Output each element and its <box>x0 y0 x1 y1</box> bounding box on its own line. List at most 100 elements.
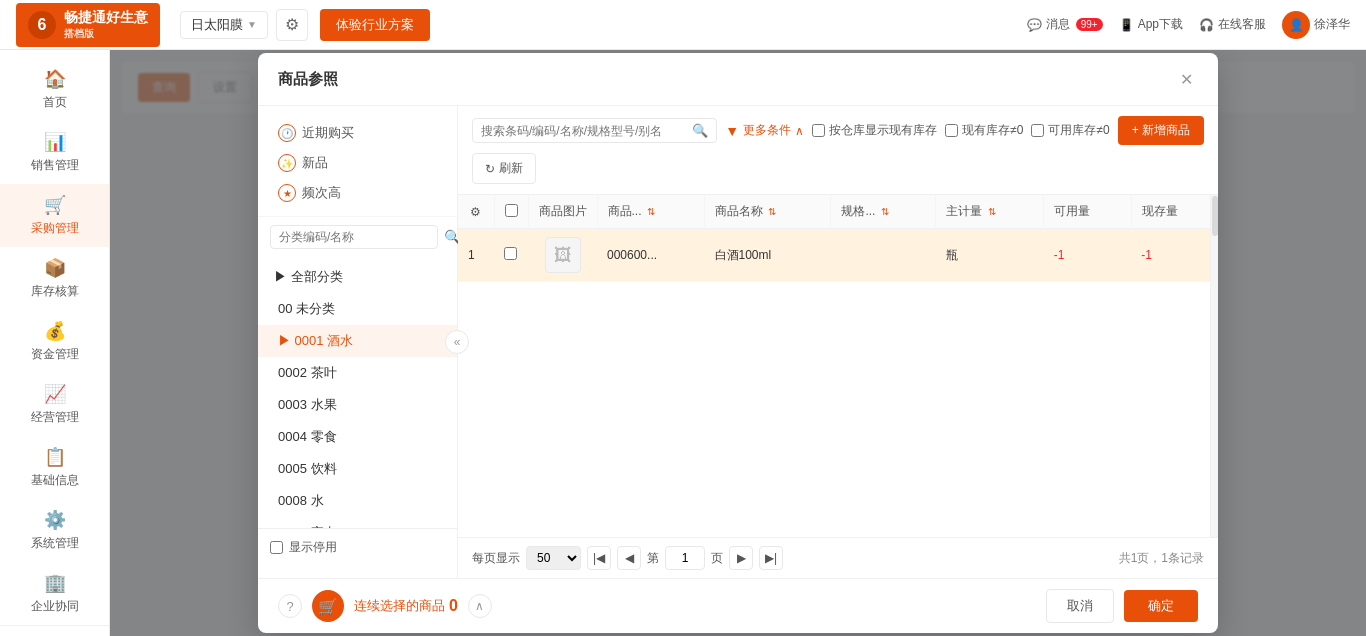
cat-snack[interactable]: 0004 零食 <box>258 421 457 453</box>
inventory-icon: 📦 <box>44 257 66 279</box>
refresh-button[interactable]: ↻ 刷新 <box>472 153 536 184</box>
filter-current-stock[interactable]: 现有库存≠0 <box>945 122 1023 139</box>
sidebar-item-inventory[interactable]: 📦 库存核算 <box>0 247 109 310</box>
basic-info-icon: 📋 <box>44 446 66 468</box>
cat-snack-label: 0004 零食 <box>278 428 337 446</box>
cancel-button[interactable]: 取消 <box>1046 589 1114 623</box>
home-icon: 🏠 <box>44 68 66 90</box>
td-stock: -1 <box>1131 229 1218 282</box>
sidebar-item-home[interactable]: 🏠 首页 <box>0 58 109 121</box>
selected-label: 连续选择的商品 <box>354 597 445 615</box>
shortcut-new-label: 新品 <box>302 154 328 172</box>
scrollbar[interactable] <box>1210 195 1218 537</box>
modal-close-button[interactable]: ✕ <box>1174 67 1198 91</box>
shortcut-recent-label: 近期购买 <box>302 124 354 142</box>
cat-unclassified-label: 00 未分类 <box>278 300 335 318</box>
footer-collapse-button[interactable]: ∧ <box>468 594 492 618</box>
table-settings-icon[interactable]: ⚙ <box>470 205 481 219</box>
sidebar-bottom: 🎯 新手引导 📱 应用中心 👑 畅会员 <box>0 625 109 636</box>
th-spec-label: 规格... <box>841 204 875 218</box>
sort-unit-icon[interactable]: ⇅ <box>988 206 996 217</box>
cat-drink[interactable]: 0005 饮料 <box>258 453 457 485</box>
sort-name-icon[interactable]: ⇅ <box>768 206 776 217</box>
display-disabled-checkbox[interactable] <box>270 541 283 554</box>
logo: 6 畅捷通好生意 搭档版 <box>16 3 160 47</box>
sidebar-item-operations[interactable]: 📈 经营管理 <box>0 373 109 436</box>
warehouse-stock-checkbox[interactable] <box>812 124 825 137</box>
product-search-input[interactable] <box>481 124 688 138</box>
sidebar-item-sales[interactable]: 📊 销售管理 <box>0 121 109 184</box>
sidebar-item-enterprise[interactable]: 🏢 企业协同 <box>0 562 109 625</box>
last-page-button[interactable]: ▶| <box>759 546 783 570</box>
filter-more-label: 更多条件 <box>743 122 791 139</box>
cat-water-label: 0008 水 <box>278 492 324 510</box>
page-number-input[interactable] <box>665 546 705 570</box>
sidebar-item-finance[interactable]: 💰 资金管理 <box>0 310 109 373</box>
logo-sub: 搭档版 <box>64 27 148 41</box>
sort-spec-icon[interactable]: ⇅ <box>881 206 889 217</box>
user-profile[interactable]: 👤 徐泽华 <box>1282 11 1350 39</box>
current-stock-label: 现有库存≠0 <box>962 122 1023 139</box>
trial-button[interactable]: 体验行业方案 <box>320 9 430 41</box>
th-code-label: 商品... <box>608 204 642 218</box>
funnel-icon: ▼ <box>725 123 739 139</box>
current-stock-checkbox[interactable] <box>945 124 958 137</box>
left-sidebar: 🏠 首页 📊 销售管理 🛒 采购管理 📦 库存核算 💰 资金管理 📈 经营管理 … <box>0 50 110 636</box>
new-product-button[interactable]: + 新增商品 <box>1118 116 1204 145</box>
company-selector[interactable]: 日太阳膜 ▼ <box>180 11 268 39</box>
filter-more-button[interactable]: ▼ 更多条件 ∧ <box>725 122 804 139</box>
th-available-label: 可用量 <box>1054 204 1090 218</box>
select-all-checkbox[interactable] <box>505 204 518 217</box>
purchase-icon: 🛒 <box>44 194 66 216</box>
available-stock-checkbox[interactable] <box>1031 124 1044 137</box>
sort-code-icon[interactable]: ⇅ <box>647 206 655 217</box>
th-unit: 主计量 ⇅ <box>936 195 1044 229</box>
collapse-panel-button[interactable]: « <box>445 330 469 354</box>
cat-tea[interactable]: 0002 茶叶 <box>258 357 457 389</box>
sidebar-item-system[interactable]: ⚙️ 系统管理 <box>0 499 109 562</box>
message-icon: 💬 <box>1027 18 1042 32</box>
cat-liquor-label: ▶ 0001 酒水 <box>278 332 353 350</box>
prev-page-button[interactable]: ◀ <box>617 546 641 570</box>
settings-icon[interactable]: ⚙ <box>276 9 308 41</box>
sidebar-item-basic-info[interactable]: 📋 基础信息 <box>0 436 109 499</box>
first-page-button[interactable]: |◀ <box>587 546 611 570</box>
online-service-button[interactable]: 🎧 在线客服 <box>1199 16 1266 33</box>
star-icon: ★ <box>278 184 296 202</box>
page-suffix: 页 <box>711 550 723 567</box>
logo-icon: 6 <box>28 11 56 39</box>
cat-all[interactable]: ▶ 全部分类 <box>258 261 457 293</box>
system-icon: ⚙️ <box>44 509 66 531</box>
cat-appliance[interactable]: 0010 家电 <box>258 517 457 528</box>
sidebar-label-enterprise: 企业协同 <box>31 598 79 615</box>
sidebar-item-purchase[interactable]: 🛒 采购管理 <box>0 184 109 247</box>
shortcut-new[interactable]: ✨ 新品 <box>270 148 445 178</box>
search-icon[interactable]: 🔍 <box>692 123 708 138</box>
confirm-button[interactable]: 确定 <box>1124 590 1198 622</box>
app-download-button[interactable]: 📱 App下载 <box>1119 16 1183 33</box>
th-spec: 规格... ⇅ <box>831 195 936 229</box>
category-search-input[interactable] <box>270 225 438 249</box>
help-button[interactable]: ? <box>278 594 302 618</box>
cat-liquor[interactable]: ▶ 0001 酒水 <box>258 325 457 357</box>
th-checkbox <box>494 195 528 229</box>
content-area: 查询 设置 刷新 商品参照 ✕ <box>110 50 1366 636</box>
messages-button[interactable]: 💬 消息 99+ <box>1027 16 1103 33</box>
display-disabled-label: 显示停用 <box>289 539 337 556</box>
cat-fruit[interactable]: 0003 水果 <box>258 389 457 421</box>
shortcut-frequent[interactable]: ★ 频次高 <box>270 178 445 208</box>
available-stock-label: 可用库存≠0 <box>1048 122 1109 139</box>
cat-water[interactable]: 0008 水 <box>258 485 457 517</box>
shortcut-recent[interactable]: 🕐 近期购买 <box>270 118 445 148</box>
filter-warehouse-stock[interactable]: 按仓库显示现有库存 <box>812 122 937 139</box>
cart-button[interactable]: 🛒 <box>312 590 344 622</box>
row-checkbox[interactable] <box>504 247 517 260</box>
table-row[interactable]: 1 🖼 000600... 白酒100ml <box>458 229 1218 282</box>
next-page-button[interactable]: ▶ <box>729 546 753 570</box>
scrollbar-thumb[interactable] <box>1212 196 1218 236</box>
page-size-select[interactable]: 50 10 20 100 <box>526 546 581 570</box>
filter-available-stock[interactable]: 可用库存≠0 <box>1031 122 1109 139</box>
filter-bar: 🔍 ▼ 更多条件 ∧ 按仓库显示现有库存 <box>458 106 1218 195</box>
cat-unclassified[interactable]: 00 未分类 <box>258 293 457 325</box>
category-panel: 🕐 近期购买 ✨ 新品 ★ 频次高 <box>258 106 458 578</box>
